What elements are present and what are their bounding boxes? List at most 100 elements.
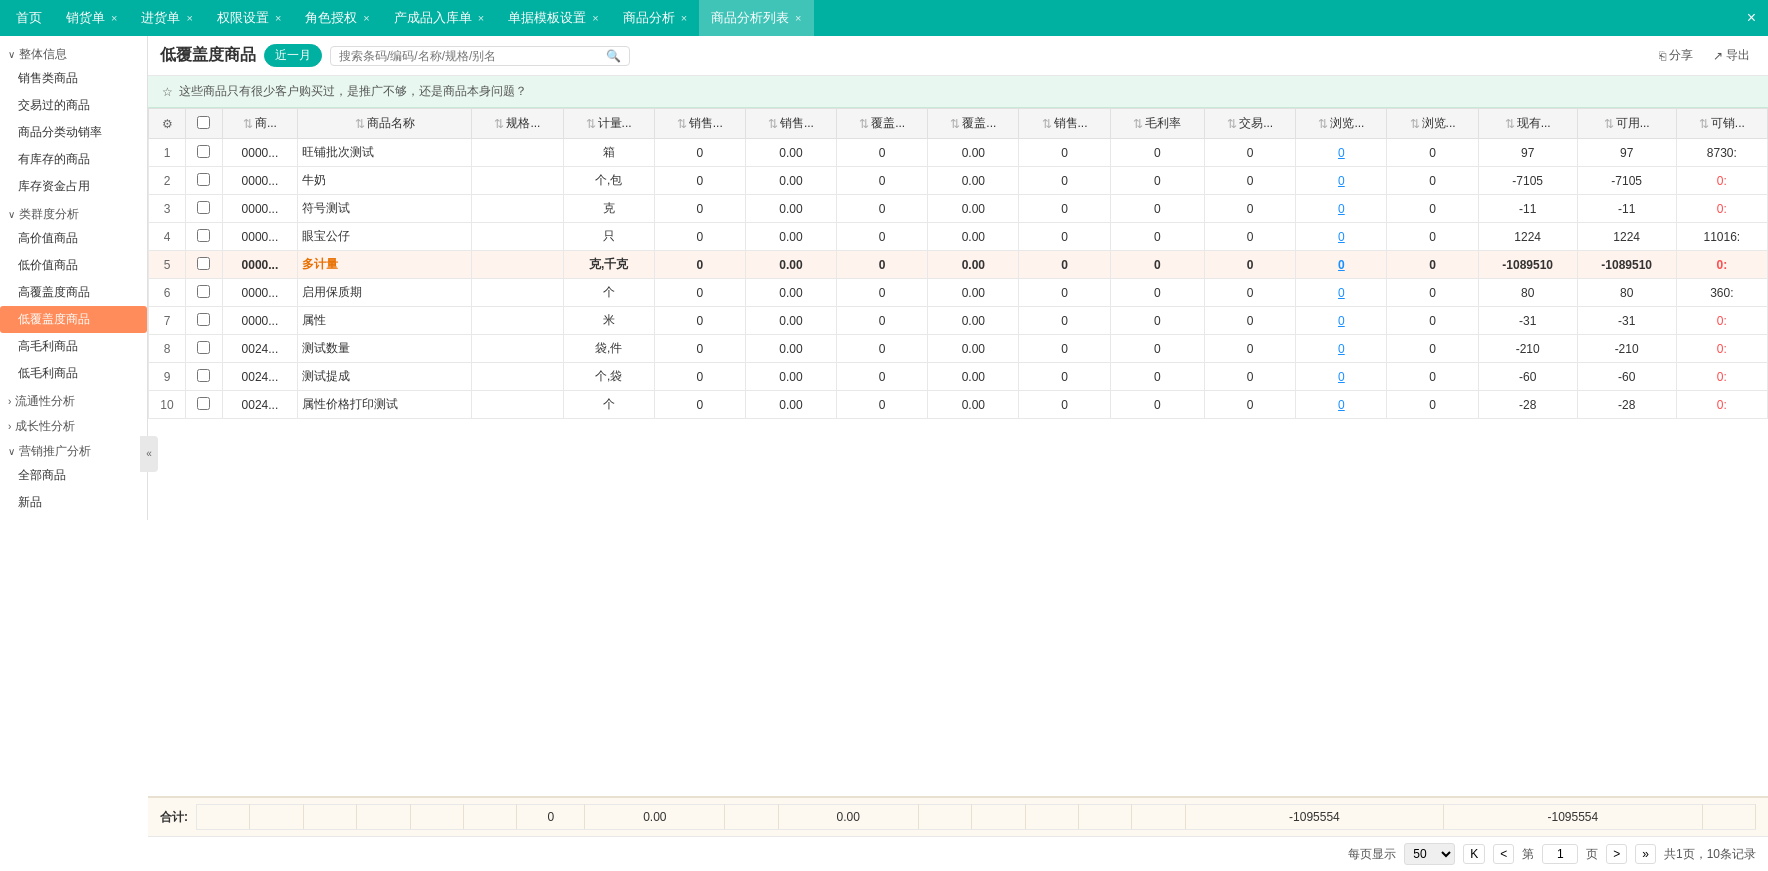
browse-link[interactable]: 0 xyxy=(1338,146,1345,160)
row-checkbox[interactable] xyxy=(197,313,210,326)
browse-link[interactable]: 0 xyxy=(1338,314,1345,328)
sort-icon-coverage1[interactable]: ⇅ xyxy=(859,117,869,131)
sidebar-item-category_turnover[interactable]: 商品分类动销率 xyxy=(0,119,147,146)
sidebar-section-整体信息[interactable]: ∨整体信息 xyxy=(0,40,147,65)
row-checkbox[interactable] xyxy=(197,201,210,214)
browse-link[interactable]: 0 xyxy=(1338,230,1345,244)
cell-browse1[interactable]: 0 xyxy=(1296,307,1387,335)
sidebar-section-流通性分析[interactable]: ›流通性分析 xyxy=(0,387,147,412)
browse-link[interactable]: 0 xyxy=(1338,398,1345,412)
row-checkbox[interactable] xyxy=(197,285,210,298)
settings-icon[interactable]: ⚙ xyxy=(162,117,173,131)
cell-name[interactable]: 属性价格打印测试 xyxy=(298,391,472,419)
row-checkbox[interactable] xyxy=(197,145,210,158)
tab-close-permission[interactable]: × xyxy=(275,12,281,24)
cell-browse1[interactable]: 0 xyxy=(1296,279,1387,307)
current-page-input[interactable] xyxy=(1542,844,1578,864)
sort-icon-current[interactable]: ⇅ xyxy=(1505,117,1515,131)
nav-tab-template[interactable]: 单据模板设置× xyxy=(496,0,610,36)
row-checkbox[interactable] xyxy=(197,173,210,186)
cell-checkbox[interactable] xyxy=(186,167,222,195)
sort-icon-name[interactable]: ⇅ xyxy=(355,117,365,131)
row-checkbox[interactable] xyxy=(197,397,210,410)
sort-icon-sales_amount[interactable]: ⇅ xyxy=(768,117,778,131)
sidebar-section-营销推广分析[interactable]: ∨营销推广分析 xyxy=(0,437,147,462)
per-page-select[interactable]: 2050100 xyxy=(1404,843,1455,865)
sidebar-item-low_coverage[interactable]: 低覆盖度商品 xyxy=(0,306,147,333)
sidebar-section-成长性分析[interactable]: ›成长性分析 xyxy=(0,412,147,437)
sidebar-item-low_value[interactable]: 低价值商品 xyxy=(0,252,147,279)
filter-recent-month-button[interactable]: 近一月 xyxy=(264,44,322,67)
first-page-button[interactable]: K xyxy=(1463,844,1485,864)
th-checkbox[interactable] xyxy=(186,109,222,139)
sidebar-section-类群度分析[interactable]: ∨类群度分析 xyxy=(0,200,147,225)
share-button[interactable]: ⎗ 分享 xyxy=(1653,44,1699,67)
cell-name[interactable]: 启用保质期 xyxy=(298,279,472,307)
row-checkbox[interactable] xyxy=(197,229,210,242)
th-settings[interactable]: ⚙ xyxy=(149,109,186,139)
sidebar-item-new_goods[interactable]: 新品 xyxy=(0,489,147,516)
cell-browse1[interactable]: 0 xyxy=(1296,391,1387,419)
sidebar-collapse-button[interactable]: « xyxy=(140,436,158,472)
nav-tab-sales[interactable]: 销货单× xyxy=(54,0,129,36)
sort-icon-transaction[interactable]: ⇅ xyxy=(1227,117,1237,131)
sidebar-item-high_value[interactable]: 高价值商品 xyxy=(0,225,147,252)
cell-checkbox[interactable] xyxy=(186,391,222,419)
sort-icon-coverage2[interactable]: ⇅ xyxy=(950,117,960,131)
sidebar-item-high_profit[interactable]: 高毛利商品 xyxy=(0,333,147,360)
sidebar-item-traded_goods[interactable]: 交易过的商品 xyxy=(0,92,147,119)
sidebar-item-low_profit[interactable]: 低毛利商品 xyxy=(0,360,147,387)
nav-tab-role[interactable]: 角色授权× xyxy=(293,0,381,36)
cell-checkbox[interactable] xyxy=(186,307,222,335)
nav-tab-product_entry[interactable]: 产成品入库单× xyxy=(382,0,496,36)
nav-tab-purchase[interactable]: 进货单× xyxy=(129,0,204,36)
cell-browse1[interactable]: 0 xyxy=(1296,251,1387,279)
browse-link[interactable]: 0 xyxy=(1338,258,1345,272)
next-page-button[interactable]: > xyxy=(1606,844,1627,864)
cell-browse1[interactable]: 0 xyxy=(1296,335,1387,363)
browse-link[interactable]: 0 xyxy=(1338,202,1345,216)
browse-link[interactable]: 0 xyxy=(1338,174,1345,188)
sidebar-item-all_goods[interactable]: 全部商品 xyxy=(0,462,147,489)
sidebar-item-inventory_goods[interactable]: 有库存的商品 xyxy=(0,146,147,173)
cell-name[interactable]: 属性 xyxy=(298,307,472,335)
browse-link[interactable]: 0 xyxy=(1338,342,1345,356)
sort-icon-code[interactable]: ⇅ xyxy=(243,117,253,131)
row-checkbox[interactable] xyxy=(197,341,210,354)
cell-name[interactable]: 牛奶 xyxy=(298,167,472,195)
cell-browse1[interactable]: 0 xyxy=(1296,223,1387,251)
cell-checkbox[interactable] xyxy=(186,139,222,167)
cell-checkbox[interactable] xyxy=(186,363,222,391)
sort-icon-sales_count[interactable]: ⇅ xyxy=(677,117,687,131)
cell-browse1[interactable]: 0 xyxy=(1296,195,1387,223)
cell-name[interactable]: 测试提成 xyxy=(298,363,472,391)
prev-page-button[interactable]: < xyxy=(1493,844,1514,864)
search-input[interactable] xyxy=(339,49,602,63)
cell-checkbox[interactable] xyxy=(186,195,222,223)
cell-name[interactable]: 眼宝公仔 xyxy=(298,223,472,251)
nav-tab-product_analysis_list[interactable]: 商品分析列表× xyxy=(699,0,813,36)
cell-checkbox[interactable] xyxy=(186,279,222,307)
cell-browse1[interactable]: 0 xyxy=(1296,363,1387,391)
sidebar-item-inventory_capital[interactable]: 库存资金占用 xyxy=(0,173,147,200)
tab-close-purchase[interactable]: × xyxy=(186,12,192,24)
row-checkbox[interactable] xyxy=(197,369,210,382)
sort-icon-available[interactable]: ⇅ xyxy=(1604,117,1614,131)
cell-name[interactable]: 符号测试 xyxy=(298,195,472,223)
cell-name[interactable]: 测试数量 xyxy=(298,335,472,363)
cell-checkbox[interactable] xyxy=(186,335,222,363)
last-page-button[interactable]: » xyxy=(1635,844,1656,864)
row-checkbox[interactable] xyxy=(197,257,210,270)
sidebar-item-high_coverage[interactable]: 高覆盖度商品 xyxy=(0,279,147,306)
tab-close-role[interactable]: × xyxy=(363,12,369,24)
sort-icon-gross_margin[interactable]: ⇅ xyxy=(1133,117,1143,131)
cell-name[interactable]: 多计量 xyxy=(298,251,472,279)
close-all-tabs-button[interactable]: × xyxy=(1739,9,1764,27)
nav-tab-product_analysis[interactable]: 商品分析× xyxy=(611,0,699,36)
tab-close-product_entry[interactable]: × xyxy=(478,12,484,24)
tab-close-product_analysis_list[interactable]: × xyxy=(795,12,801,24)
tab-close-sales[interactable]: × xyxy=(111,12,117,24)
browse-link[interactable]: 0 xyxy=(1338,370,1345,384)
cell-checkbox[interactable] xyxy=(186,251,222,279)
sort-icon-browse2[interactable]: ⇅ xyxy=(1410,117,1420,131)
